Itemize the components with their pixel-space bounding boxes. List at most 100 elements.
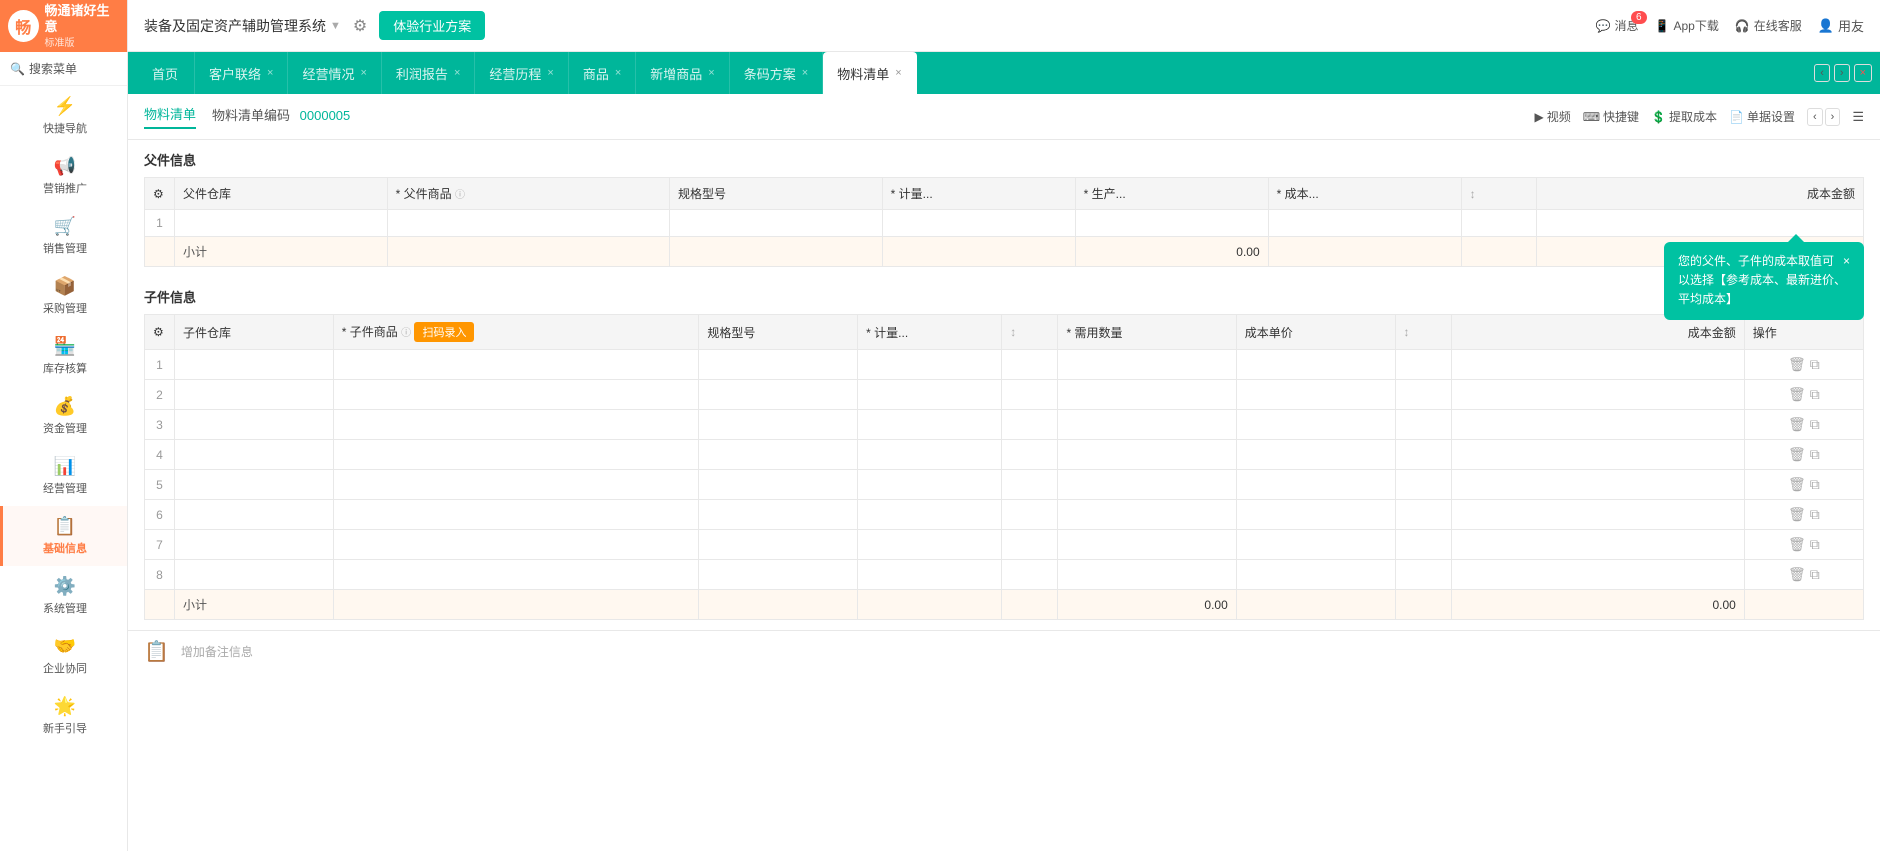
child-cell-qty-4[interactable] <box>1058 440 1236 470</box>
child-cell-goods-5[interactable] <box>333 470 699 500</box>
grid-view-icon[interactable]: ☰ <box>1852 109 1864 125</box>
child-cell-unit-3[interactable] <box>858 410 1002 440</box>
delete-icon-1[interactable]: 🗑 <box>1788 356 1806 373</box>
child-cell-goods-7[interactable] <box>333 530 699 560</box>
scan-input-button[interactable]: 扫码录入 <box>414 322 474 342</box>
doc-settings-action[interactable]: 📄 单据设置 <box>1729 108 1795 125</box>
parent-cell-spec-1[interactable] <box>670 210 883 237</box>
child-col-sort2[interactable]: ↕ <box>1395 315 1451 350</box>
tab-close-new-goods[interactable]: × <box>708 67 714 79</box>
child-cell-unit-cost-2[interactable] <box>1236 380 1395 410</box>
sidebar-item-basic[interactable]: 📋 基础信息 <box>0 506 127 566</box>
tab-close-bom[interactable]: × <box>895 67 901 79</box>
copy-icon-8[interactable]: ⧉ <box>1810 566 1820 583</box>
child-cell-unit-1[interactable] <box>858 350 1002 380</box>
child-cell-unit-2[interactable] <box>858 380 1002 410</box>
parent-cell-goods-1[interactable] <box>387 210 669 237</box>
child-cell-spec-7[interactable] <box>699 530 858 560</box>
extract-cost-action[interactable]: 💲 提取成本 <box>1651 108 1717 125</box>
copy-icon-3[interactable]: ⧉ <box>1810 416 1820 433</box>
parent-cell-warehouse-1[interactable] <box>175 210 388 237</box>
sub-tab-bom-list[interactable]: 物料清单 <box>144 104 196 129</box>
child-cell-warehouse-5[interactable] <box>175 470 334 500</box>
tab-nav-prev[interactable]: ‹ <box>1814 64 1830 82</box>
sidebar-item-purchase[interactable]: 📦 采购管理 <box>0 266 127 326</box>
child-cell-spec-2[interactable] <box>699 380 858 410</box>
copy-icon-7[interactable]: ⧉ <box>1810 536 1820 553</box>
system-name[interactable]: 装备及固定资产辅助管理系统 ▼ <box>144 16 341 36</box>
sidebar-item-sales[interactable]: 🛒 销售管理 <box>0 206 127 266</box>
child-cell-unit-cost-3[interactable] <box>1236 410 1395 440</box>
delete-icon-4[interactable]: 🗑 <box>1788 446 1806 463</box>
child-cell-qty-8[interactable] <box>1058 560 1236 590</box>
child-cell-spec-4[interactable] <box>699 440 858 470</box>
online-service-button[interactable]: 🎧 在线客服 <box>1735 17 1802 34</box>
child-cell-warehouse-4[interactable] <box>175 440 334 470</box>
child-cell-unit-cost-4[interactable] <box>1236 440 1395 470</box>
child-cell-warehouse-8[interactable] <box>175 560 334 590</box>
sidebar-item-quick-nav[interactable]: ⚡ 快捷导航 <box>0 86 127 146</box>
messages-button[interactable]: 💬 6 消息 <box>1596 17 1639 34</box>
child-cell-unit-6[interactable] <box>858 500 1002 530</box>
child-cell-goods-8[interactable] <box>333 560 699 590</box>
copy-icon-5[interactable]: ⧉ <box>1810 476 1820 493</box>
trial-button[interactable]: 体验行业方案 <box>379 11 485 40</box>
tab-home[interactable]: 首页 <box>136 52 195 94</box>
child-cell-warehouse-7[interactable] <box>175 530 334 560</box>
child-cell-warehouse-3[interactable] <box>175 410 334 440</box>
child-col-sort[interactable]: ↕ <box>1002 315 1058 350</box>
child-cell-unit-5[interactable] <box>858 470 1002 500</box>
child-cell-unit-7[interactable] <box>858 530 1002 560</box>
record-prev-btn[interactable]: ‹ <box>1807 108 1823 126</box>
sidebar-item-ops[interactable]: 📊 经营管理 <box>0 446 127 506</box>
sidebar-item-enterprise[interactable]: 🤝 企业协同 <box>0 626 127 686</box>
child-cell-unit-cost-5[interactable] <box>1236 470 1395 500</box>
child-cell-unit-cost-1[interactable] <box>1236 350 1395 380</box>
tab-profit[interactable]: 利润报告 × <box>382 52 475 94</box>
child-cell-unit-cost-7[interactable] <box>1236 530 1395 560</box>
delete-icon-6[interactable]: 🗑 <box>1788 506 1806 523</box>
child-cell-qty-2[interactable] <box>1058 380 1236 410</box>
copy-icon-6[interactable]: ⧉ <box>1810 506 1820 523</box>
tab-close-ops-status[interactable]: × <box>360 67 366 79</box>
copy-icon-1[interactable]: ⧉ <box>1810 356 1820 373</box>
child-cell-unit-cost-8[interactable] <box>1236 560 1395 590</box>
tab-close-profit[interactable]: × <box>454 67 460 79</box>
tab-close-goods[interactable]: × <box>615 67 621 79</box>
child-cell-unit-cost-6[interactable] <box>1236 500 1395 530</box>
child-cell-qty-7[interactable] <box>1058 530 1236 560</box>
tab-close-ops-history[interactable]: × <box>547 67 553 79</box>
sidebar-search[interactable]: 🔍 搜索菜单 <box>0 52 127 86</box>
tab-ops-history[interactable]: 经营历程 × <box>475 52 568 94</box>
tab-nav-next[interactable]: › <box>1834 64 1850 82</box>
delete-icon-8[interactable]: 🗑 <box>1788 566 1806 583</box>
child-cell-unit-4[interactable] <box>858 440 1002 470</box>
child-cell-goods-2[interactable] <box>333 380 699 410</box>
delete-icon-7[interactable]: 🗑 <box>1788 536 1806 553</box>
parent-cell-production-1[interactable] <box>1075 210 1268 237</box>
child-cell-warehouse-2[interactable] <box>175 380 334 410</box>
child-cell-warehouse-6[interactable] <box>175 500 334 530</box>
copy-icon-2[interactable]: ⧉ <box>1810 386 1820 403</box>
child-cell-spec-6[interactable] <box>699 500 858 530</box>
delete-icon-5[interactable]: 🗑 <box>1788 476 1806 493</box>
sidebar-item-inventory[interactable]: 🏪 库存核算 <box>0 326 127 386</box>
sidebar-item-system[interactable]: ⚙️ 系统管理 <box>0 566 127 626</box>
child-cell-spec-5[interactable] <box>699 470 858 500</box>
child-cell-spec-1[interactable] <box>699 350 858 380</box>
tab-goods[interactable]: 商品 × <box>569 52 636 94</box>
child-cell-qty-6[interactable] <box>1058 500 1236 530</box>
child-cell-warehouse-1[interactable] <box>175 350 334 380</box>
app-download-button[interactable]: 📱 App下载 <box>1655 17 1719 34</box>
child-cell-goods-4[interactable] <box>333 440 699 470</box>
delete-icon-3[interactable]: 🗑 <box>1788 416 1806 433</box>
child-cell-spec-8[interactable] <box>699 560 858 590</box>
child-cell-qty-3[interactable] <box>1058 410 1236 440</box>
tooltip-close-btn[interactable]: × <box>1843 252 1850 271</box>
child-col-settings[interactable]: ⚙ <box>145 315 175 350</box>
parent-col-settings[interactable]: ⚙ <box>145 178 175 210</box>
video-action[interactable]: ▶ 视频 <box>1534 108 1570 125</box>
add-note-icon[interactable]: 📋 <box>144 639 169 664</box>
tab-bom[interactable]: 物料清单 × <box>823 52 916 94</box>
record-next-btn[interactable]: › <box>1825 108 1841 126</box>
